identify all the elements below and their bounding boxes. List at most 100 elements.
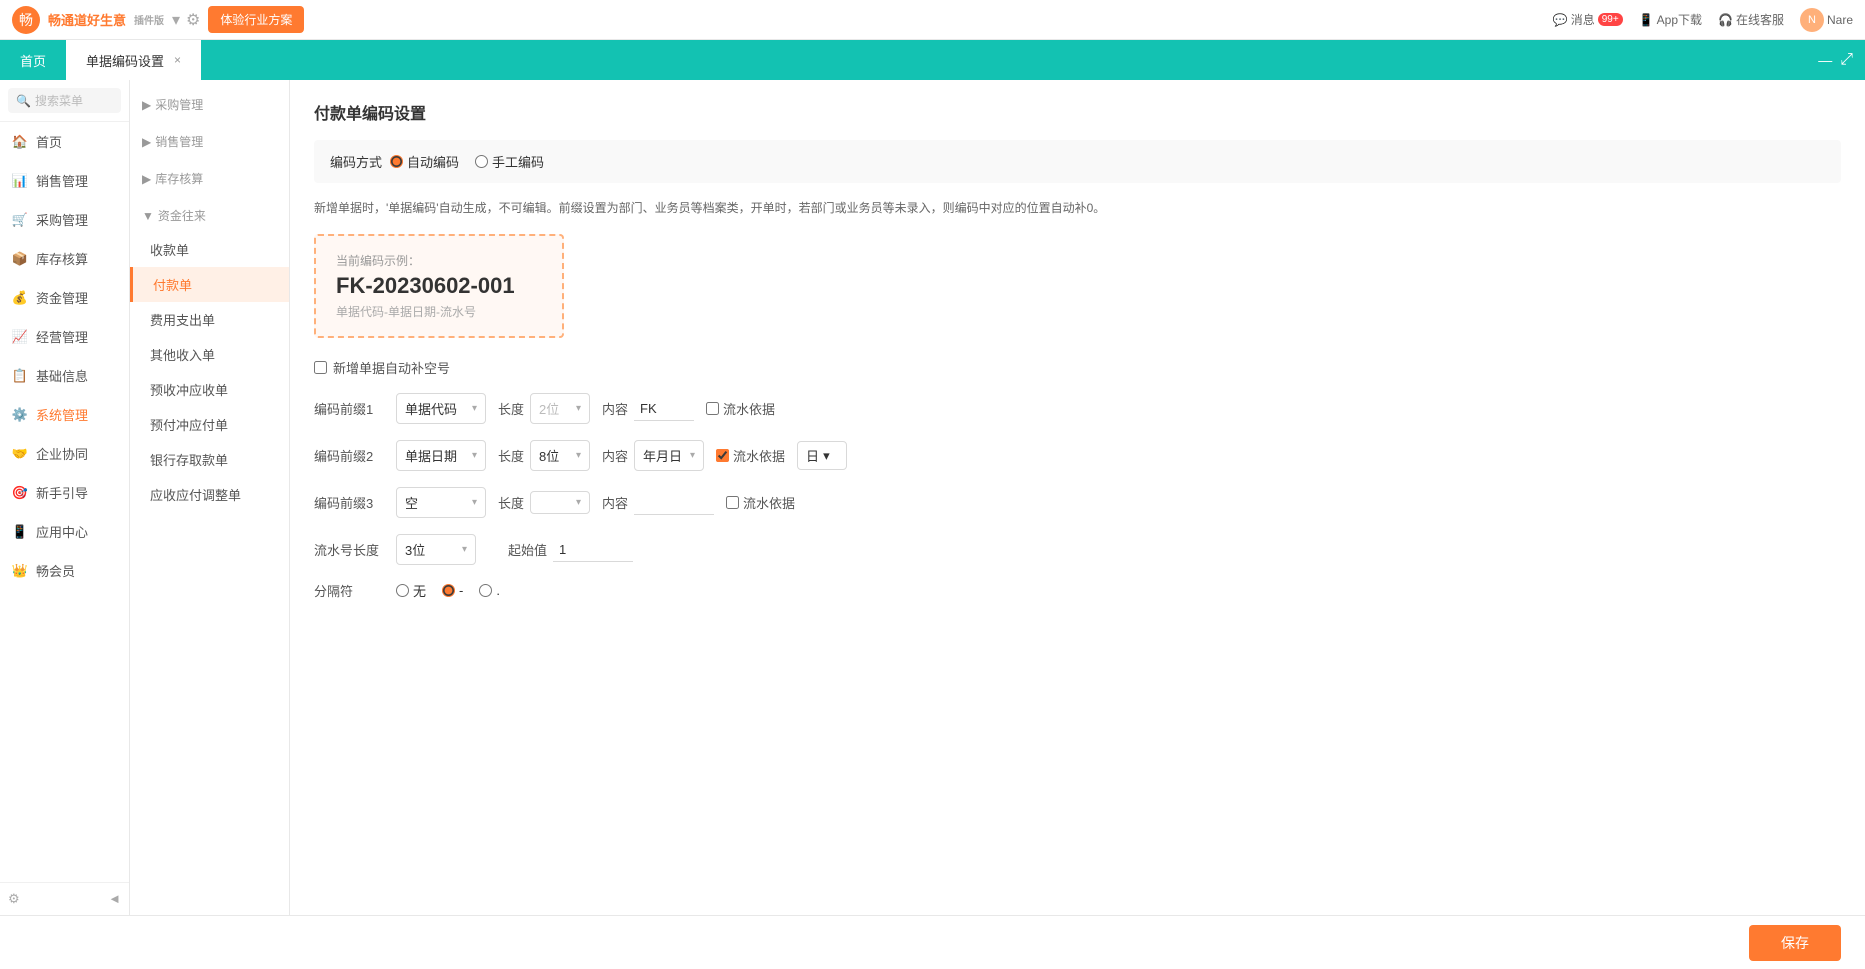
sidebar-item-basic[interactable]: 📋 基础信息	[0, 356, 129, 395]
sub-item-receipt[interactable]: 收款单	[130, 232, 289, 267]
nav-tabs: 首页 单据编码设置 × — ⤢	[0, 40, 1865, 80]
download-btn[interactable]: 📱 App下载	[1639, 11, 1702, 28]
sidebar-item-system[interactable]: ⚙️ 系统管理	[0, 395, 129, 434]
sidebar-collapse-icon[interactable]: ◄	[108, 891, 121, 907]
sub-group-finance-title[interactable]: ▼ 资金往来	[130, 199, 289, 232]
inventory-icon: 📦	[12, 251, 28, 267]
settings-icon[interactable]: ⚙	[186, 10, 200, 30]
finance-icon: 💰	[12, 290, 28, 306]
tab-expand-icon[interactable]: ⤢	[1840, 51, 1853, 69]
prefix1-content-input[interactable]	[634, 397, 694, 421]
sidebar-item-inventory[interactable]: 📦 库存核算	[0, 239, 129, 278]
manual-coding-radio[interactable]	[475, 155, 488, 168]
message-icon: 💬	[1553, 13, 1568, 27]
tab-home[interactable]: 首页	[0, 40, 66, 80]
sub-group-finance-arrow: ▼	[142, 209, 154, 223]
operations-icon: 📈	[12, 329, 28, 345]
prefix1-content-field: 内容	[602, 397, 694, 421]
prefix3-serial-checkbox[interactable]	[726, 496, 739, 509]
auto-coding-radio[interactable]	[390, 155, 403, 168]
prefix2-serial-checkbox[interactable]	[716, 449, 729, 462]
sidebar-item-operations[interactable]: 📈 经营管理	[0, 317, 129, 356]
separator-none-radio[interactable]	[396, 584, 409, 597]
prefix1-length-arrow: ▾	[576, 403, 581, 414]
tab-close-icon[interactable]: ×	[174, 53, 181, 67]
search-icon: 🔍	[16, 94, 31, 108]
main-layout: 🔍 搜索菜单 🏠 首页 📊 销售管理 🛒 采购管理 📦 库存核算 💰	[0, 80, 1865, 915]
tab-encoding-settings[interactable]: 单据编码设置 ×	[66, 40, 201, 80]
prefix1-select[interactable]: 单据代码 ▾	[396, 393, 486, 424]
logo-icon: 畅	[12, 6, 40, 34]
sub-item-other-income[interactable]: 其他收入单	[130, 337, 289, 372]
sub-group-sales: ▶ 销售管理	[130, 125, 289, 158]
auto-fill-checkbox[interactable]	[314, 361, 327, 374]
serial-length-row: 流水号长度 3位 ▾ 起始值	[314, 534, 1841, 565]
separator-dash-radio[interactable]	[442, 584, 455, 597]
sidebar-bottom: ⚙ ◄	[0, 882, 129, 915]
sub-group-inventory-title[interactable]: ▶ 库存核算	[130, 162, 289, 195]
sub-group-purchase: ▶ 采购管理	[130, 88, 289, 121]
prefix3-length-arrow: ▾	[576, 497, 581, 508]
separator-dash[interactable]: -	[442, 583, 463, 598]
purchase-icon: 🛒	[12, 212, 28, 228]
separator-dot[interactable]: .	[479, 583, 500, 598]
sidebar-item-finance[interactable]: 💰 资金管理	[0, 278, 129, 317]
sidebar-item-apps[interactable]: 📱 应用中心	[0, 512, 129, 551]
sidebar-item-member[interactable]: 👑 畅会员	[0, 551, 129, 590]
prefix3-length-select[interactable]: ▾	[530, 491, 590, 514]
sidebar-item-purchase[interactable]: 🛒 采购管理	[0, 200, 129, 239]
prefix2-content-select[interactable]: 年月日 ▾	[634, 440, 704, 471]
start-value-input[interactable]	[553, 538, 633, 562]
prefix1-serial-checkbox[interactable]	[706, 402, 719, 415]
separator-none[interactable]: 无	[396, 581, 426, 600]
sidebar-settings-icon[interactable]: ⚙	[8, 891, 20, 907]
sub-item-prepay-receive[interactable]: 预收冲应收单	[130, 372, 289, 407]
sub-item-bank-deposit[interactable]: 银行存取款单	[130, 442, 289, 477]
content-area: 付款单编码设置 编码方式 自动编码 手工编码 新增单据时，'单据编码'自动生成，…	[290, 80, 1865, 915]
prefix2-serial-unit-select[interactable]: 日 ▾	[797, 441, 847, 470]
serial-length-select[interactable]: 3位 ▾	[396, 534, 476, 565]
sidebar-item-enterprise[interactable]: 🤝 企业协同	[0, 434, 129, 473]
sidebar-item-home[interactable]: 🏠 首页	[0, 122, 129, 161]
prefix2-select[interactable]: 单据日期 ▾	[396, 440, 486, 471]
dropdown-arrow[interactable]: ▾	[172, 10, 180, 30]
top-bar-left: 畅 畅通道好生意 插件版 ▾ ⚙ 体验行业方案	[12, 6, 304, 34]
user-menu[interactable]: N Nare	[1800, 8, 1853, 32]
separator-dot-radio[interactable]	[479, 584, 492, 597]
sidebar-search-area[interactable]: 🔍 搜索菜单	[0, 80, 129, 122]
prefix2-length-select[interactable]: 8位 ▾	[530, 440, 590, 471]
auto-coding-option[interactable]: 自动编码	[390, 152, 459, 171]
basic-icon: 📋	[12, 368, 28, 384]
save-button[interactable]: 保存	[1749, 925, 1841, 961]
sidebar-item-guide[interactable]: 🎯 新手引导	[0, 473, 129, 512]
code-preview-value: FK-20230602-001	[336, 273, 542, 299]
sub-sidebar: ▶ 采购管理 ▶ 销售管理 ▶ 库存核算 ▼ 资金往来 收款单	[130, 80, 290, 915]
sub-group-sales-title[interactable]: ▶ 销售管理	[130, 125, 289, 158]
prefix3-serial-check: 流水依据	[726, 493, 795, 512]
sidebar-item-sales[interactable]: 📊 销售管理	[0, 161, 129, 200]
start-value-field: 起始值	[508, 538, 633, 562]
service-btn[interactable]: 🎧 在线客服	[1718, 11, 1784, 28]
sub-group-inventory: ▶ 库存核算	[130, 162, 289, 195]
sub-item-expense[interactable]: 费用支出单	[130, 302, 289, 337]
search-input-container[interactable]: 🔍 搜索菜单	[8, 88, 121, 113]
sub-item-prepay-pay[interactable]: 预付冲应付单	[130, 407, 289, 442]
page-title: 付款单编码设置	[314, 100, 1841, 124]
prefix2-content-field: 内容 年月日 ▾	[602, 440, 704, 471]
auto-fill-row: 新增单据自动补空号	[314, 358, 1841, 377]
trial-btn[interactable]: 体验行业方案	[208, 6, 304, 33]
tab-minimize-icon[interactable]: —	[1818, 52, 1832, 68]
manual-coding-option[interactable]: 手工编码	[475, 152, 544, 171]
prefix1-serial-check: 流水依据	[706, 399, 775, 418]
message-btn[interactable]: 💬 消息 99+	[1553, 11, 1623, 28]
prefix3-select[interactable]: 空 ▾	[396, 487, 486, 518]
prefix3-content-input[interactable]	[634, 491, 714, 515]
code-preview-box: 当前编码示例： FK-20230602-001 单据代码-单据日期-流水号	[314, 234, 564, 338]
sub-item-ar-ap[interactable]: 应收应付调整单	[130, 477, 289, 512]
sub-item-payment[interactable]: 付款单	[130, 267, 289, 302]
serial-length-arrow: ▾	[462, 544, 467, 555]
prefix1-length-select[interactable]: 2位 ▾	[530, 393, 590, 424]
sub-group-purchase-title[interactable]: ▶ 采购管理	[130, 88, 289, 121]
content-inner: 付款单编码设置 编码方式 自动编码 手工编码 新增单据时，'单据编码'自动生成，…	[290, 80, 1865, 915]
prefix2-serial-unit-arrow: ▾	[823, 448, 830, 464]
